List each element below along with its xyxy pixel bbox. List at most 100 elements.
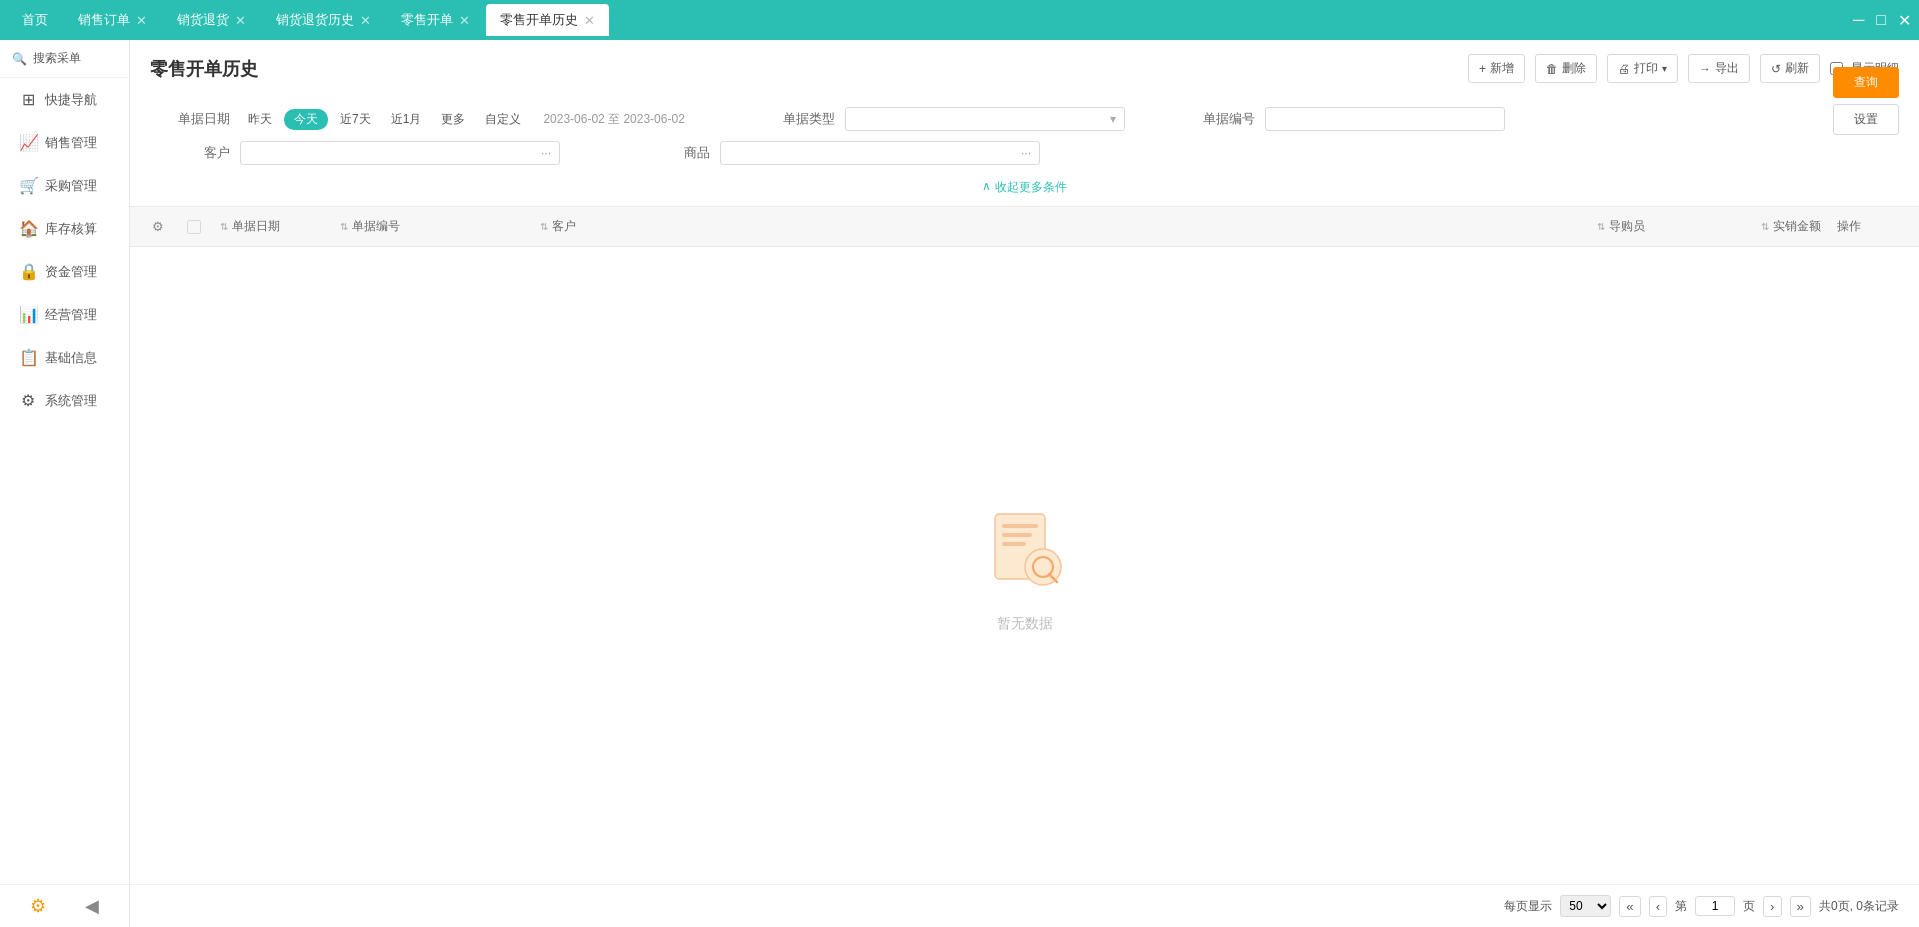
tab-sales-return-close[interactable]: ✕ xyxy=(235,13,246,28)
table-settings-icon[interactable]: ⚙ xyxy=(140,219,176,234)
tab-retail-open-close[interactable]: ✕ xyxy=(459,13,470,28)
sidebar-item-purchase-mgmt-label: 采购管理 xyxy=(45,177,97,195)
tab-home[interactable]: 首页 xyxy=(8,4,62,36)
col-guide-label: 导购员 xyxy=(1609,218,1645,235)
collapse-label: 收起更多条件 xyxy=(995,179,1067,196)
bill-type-dropdown-icon: ▾ xyxy=(1110,112,1116,126)
customer-input[interactable]: ··· xyxy=(240,141,560,165)
goods-browse-icon[interactable]: ··· xyxy=(1021,146,1031,160)
next-page-btn[interactable]: › xyxy=(1763,896,1781,917)
settings-button[interactable]: 设置 xyxy=(1833,104,1899,135)
window-controls: ─ □ ✕ xyxy=(1853,11,1911,30)
sidebar-collapse-icon[interactable]: ◀ xyxy=(85,895,99,917)
sidebar-item-finance[interactable]: 🔒 资金管理 xyxy=(0,250,129,293)
tab-retail-open-history[interactable]: 零售开单历史 ✕ xyxy=(486,4,609,36)
sidebar-item-system[interactable]: ⚙ 系统管理 xyxy=(0,379,129,422)
quick-nav-icon: ⊞ xyxy=(19,90,37,109)
sidebar-item-base-info-label: 基础信息 xyxy=(45,349,97,367)
query-settings-buttons: 查询 设置 xyxy=(1833,67,1899,135)
delete-button[interactable]: 🗑 删除 xyxy=(1535,54,1597,83)
date-opt-1month[interactable]: 近1月 xyxy=(383,109,430,130)
prev-page-btn[interactable]: ‹ xyxy=(1649,896,1667,917)
col-date-sort-icon: ⇅ xyxy=(220,221,228,232)
sales-mgmt-icon: 📈 xyxy=(19,133,37,152)
sidebar-item-purchase-mgmt[interactable]: 🛒 采购管理 xyxy=(0,164,129,207)
operations-icon: 📊 xyxy=(19,305,37,324)
date-opt-yesterday[interactable]: 昨天 xyxy=(240,109,280,130)
sidebar-item-sales-mgmt-label: 销售管理 xyxy=(45,134,97,152)
tab-sales-return-history-close[interactable]: ✕ xyxy=(360,13,371,28)
collapse-row[interactable]: ∧ 收起更多条件 xyxy=(150,175,1899,206)
page-title: 零售开单历史 xyxy=(150,57,258,81)
tab-sales-order-close[interactable]: ✕ xyxy=(136,13,147,28)
col-billno-label: 单据编号 xyxy=(352,218,400,235)
sidebar-item-base-info[interactable]: 📋 基础信息 xyxy=(0,336,129,379)
col-action-label: 操作 xyxy=(1837,218,1861,235)
date-opt-7days[interactable]: 近7天 xyxy=(332,109,379,130)
filter-area: 单据日期 昨天 今天 近7天 近1月 更多 自定义 2023-06-02 至 2… xyxy=(150,97,1899,206)
bill-type-select[interactable]: ▾ xyxy=(845,107,1125,131)
sidebar-item-operations[interactable]: 📊 经营管理 xyxy=(0,293,129,336)
query-label: 查询 xyxy=(1854,74,1878,91)
sidebar-item-quick-nav[interactable]: ⊞ 快捷导航 xyxy=(0,78,129,121)
last-page-btn[interactable]: » xyxy=(1790,896,1811,917)
query-button[interactable]: 查询 xyxy=(1833,67,1899,98)
tab-sales-return-history-label: 销货退货历史 xyxy=(276,11,354,29)
minimize-icon[interactable]: ─ xyxy=(1853,11,1864,29)
col-header-billno[interactable]: ⇅ 单据编号 xyxy=(332,218,532,235)
per-page-select[interactable]: 50 10 20 100 xyxy=(1560,895,1611,917)
bill-no-field[interactable] xyxy=(1274,112,1496,126)
col-billno-sort-icon: ⇅ xyxy=(340,221,348,232)
sidebar-settings-icon[interactable]: ⚙ xyxy=(30,895,46,917)
first-page-btn[interactable]: « xyxy=(1619,896,1640,917)
col-customer-sort-icon: ⇅ xyxy=(540,221,548,232)
sidebar-item-finance-label: 资金管理 xyxy=(45,263,97,281)
export-button[interactable]: → 导出 xyxy=(1688,54,1750,83)
tab-sales-order[interactable]: 销售订单 ✕ xyxy=(64,4,161,36)
goods-input[interactable]: ··· xyxy=(720,141,1040,165)
date-opt-today[interactable]: 今天 xyxy=(284,109,328,130)
maximize-icon[interactable]: □ xyxy=(1876,11,1886,29)
col-date-label: 单据日期 xyxy=(232,218,280,235)
bill-no-input[interactable] xyxy=(1265,107,1505,131)
sidebar-item-inventory[interactable]: 🏠 库存核算 xyxy=(0,207,129,250)
sidebar-item-sales-mgmt[interactable]: 📈 销售管理 xyxy=(0,121,129,164)
col-amount-label: 实销金额 xyxy=(1773,218,1821,235)
tab-retail-open[interactable]: 零售开单 ✕ xyxy=(387,4,484,36)
sidebar: 🔍 搜索采单 ⊞ 快捷导航 📈 销售管理 🛒 采购管理 🏠 库存核算 🔒 xyxy=(0,40,130,927)
page-input[interactable] xyxy=(1695,896,1735,916)
main-layout: 🔍 搜索采单 ⊞ 快捷导航 📈 销售管理 🛒 采购管理 🏠 库存核算 🔒 xyxy=(0,40,1919,927)
date-opt-custom[interactable]: 自定义 xyxy=(477,109,529,130)
page-header: 零售开单历史 + 新增 🗑 删除 🖨 打印 ▾ xyxy=(130,40,1919,207)
col-header-guide[interactable]: ⇅ 导购员 xyxy=(1589,218,1709,235)
print-button[interactable]: 🖨 打印 ▾ xyxy=(1607,54,1678,83)
close-window-icon[interactable]: ✕ xyxy=(1898,11,1911,30)
col-header-customer[interactable]: ⇅ 客户 xyxy=(532,218,1589,235)
add-button[interactable]: + 新增 xyxy=(1468,54,1525,83)
sidebar-item-operations-label: 经营管理 xyxy=(45,306,97,324)
date-options: 昨天 今天 近7天 近1月 更多 自定义 xyxy=(240,109,529,130)
tab-sales-return-history[interactable]: 销货退货历史 ✕ xyxy=(262,4,385,36)
tab-sales-return[interactable]: 销货退货 ✕ xyxy=(163,4,260,36)
filter-row-customer: 客户 ··· 商品 ··· xyxy=(150,141,1899,165)
per-page-label: 每页显示 xyxy=(1504,898,1552,915)
date-opt-more[interactable]: 更多 xyxy=(433,109,473,130)
customer-browse-icon[interactable]: ··· xyxy=(541,146,551,160)
select-all-checkbox[interactable] xyxy=(187,220,201,234)
refresh-button[interactable]: ↺ 刷新 xyxy=(1760,54,1820,83)
customer-label: 客户 xyxy=(150,144,230,162)
customer-field[interactable] xyxy=(249,146,541,160)
tab-retail-open-history-close[interactable]: ✕ xyxy=(584,13,595,28)
print-label: 打印 xyxy=(1634,60,1658,77)
goods-field[interactable] xyxy=(729,146,1021,160)
empty-text: 暂无数据 xyxy=(997,615,1053,633)
pagination: 每页显示 50 10 20 100 « ‹ 第 页 › » 共0页, 0条记录 xyxy=(130,884,1919,927)
pagination-summary: 共0页, 0条记录 xyxy=(1819,898,1899,915)
table-select-all[interactable] xyxy=(176,220,212,234)
sidebar-item-inventory-label: 库存核算 xyxy=(45,220,97,238)
sidebar-search[interactable]: 🔍 搜索采单 xyxy=(0,40,129,78)
sidebar-bottom: ⚙ ◀ xyxy=(0,884,129,927)
tab-home-label: 首页 xyxy=(22,11,48,29)
col-header-date[interactable]: ⇅ 单据日期 xyxy=(212,218,332,235)
col-header-amount[interactable]: ⇅ 实销金额 xyxy=(1709,218,1829,235)
